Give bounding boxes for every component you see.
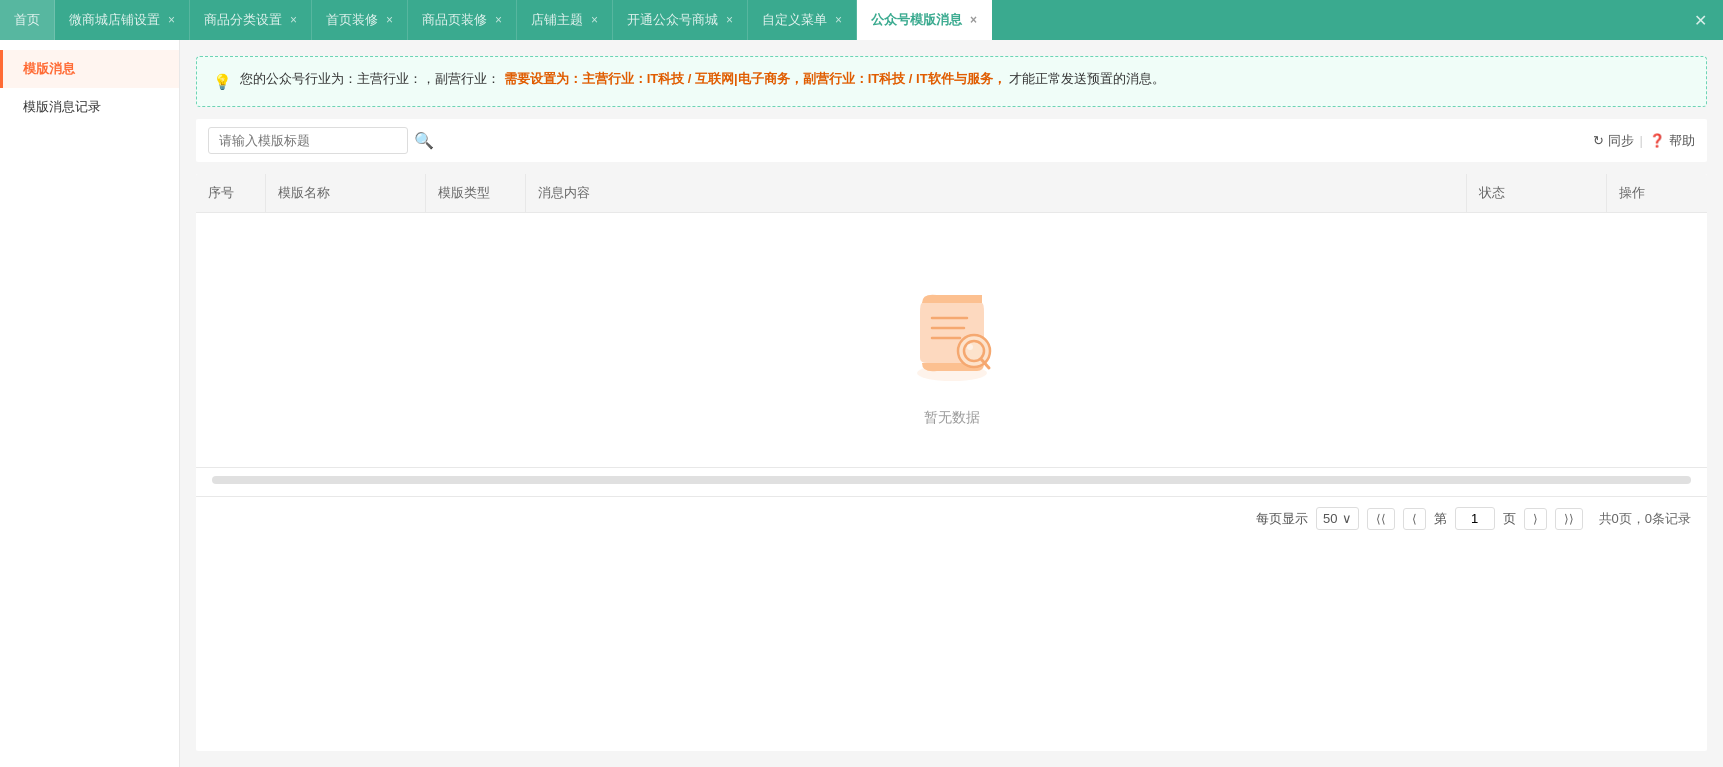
help-button[interactable]: ❓ 帮助	[1649, 132, 1695, 150]
horizontal-scrollbar[interactable]	[212, 476, 1691, 484]
help-icon: ❓	[1649, 133, 1665, 148]
sidebar-item-template-msg[interactable]: 模版消息	[0, 50, 179, 88]
svg-point-7	[967, 344, 973, 350]
tab-category[interactable]: 商品分类设置 ×	[190, 0, 312, 40]
tab-bar-close-all[interactable]: ✕	[1678, 11, 1723, 30]
tab-product-decor-close[interactable]: ×	[495, 13, 502, 27]
tab-custom-menu-close[interactable]: ×	[835, 13, 842, 27]
tab-template-msg-close[interactable]: ×	[970, 13, 977, 27]
page-unit: 页	[1503, 510, 1516, 528]
tab-custom-menu-label: 自定义菜单	[762, 11, 827, 29]
sidebar-item-template-record[interactable]: 模版消息记录	[0, 88, 179, 126]
page-next-button[interactable]: ⟩	[1524, 508, 1547, 530]
col-name: 模版名称	[266, 174, 426, 212]
page-number-input[interactable]	[1455, 507, 1495, 530]
tab-template-msg[interactable]: 公众号模版消息 ×	[857, 0, 992, 40]
toolbar: 🔍 ↻ 同步 | ❓ 帮助	[196, 119, 1707, 162]
tab-home-decor-label: 首页装修	[326, 11, 378, 29]
sidebar-item-template-msg-label: 模版消息	[23, 61, 75, 76]
tab-category-close[interactable]: ×	[290, 13, 297, 27]
pagination: 每页显示 50 ∨ ⟨⟨ ⟨ 第 页 ⟩ ⟩⟩ 共0页，0条记录	[196, 496, 1707, 540]
tab-open-mall[interactable]: 开通公众号商城 ×	[613, 0, 748, 40]
page-first-button[interactable]: ⟨⟨	[1367, 508, 1395, 530]
toolbar-right: ↻ 同步 | ❓ 帮助	[1593, 132, 1695, 150]
tab-home-label: 首页	[14, 11, 40, 29]
sidebar: 模版消息 模版消息记录	[0, 40, 180, 767]
page-last-button[interactable]: ⟩⟩	[1555, 508, 1583, 530]
tab-shop-settings[interactable]: 微商城店铺设置 ×	[55, 0, 190, 40]
tab-custom-menu[interactable]: 自定义菜单 ×	[748, 0, 857, 40]
notice-highlight: 需要设置为：主营行业：IT科技 / 互联网|电子商务，副营行业：IT科技 / I…	[504, 71, 1006, 86]
sync-label: 同步	[1608, 132, 1634, 150]
page-size-value: 50	[1323, 511, 1337, 526]
page-label: 第	[1434, 510, 1447, 528]
tab-open-mall-label: 开通公众号商城	[627, 11, 718, 29]
tab-product-decor-label: 商品页装修	[422, 11, 487, 29]
toolbar-divider: |	[1640, 133, 1643, 148]
empty-illustration	[892, 273, 1012, 393]
tab-bar: 首页 微商城店铺设置 × 商品分类设置 × 首页装修 × 商品页装修 × 店铺主…	[0, 0, 1723, 40]
page-size-select[interactable]: 50 ∨	[1316, 507, 1358, 530]
search-icon: 🔍	[414, 132, 434, 149]
sidebar-item-template-record-label: 模版消息记录	[23, 99, 101, 114]
col-index: 序号	[196, 174, 266, 212]
refresh-icon: ↻	[1593, 133, 1604, 148]
search-button[interactable]: 🔍	[414, 131, 434, 150]
tab-template-msg-label: 公众号模版消息	[871, 11, 962, 29]
search-area: 🔍	[208, 127, 434, 154]
tab-open-mall-close[interactable]: ×	[726, 13, 733, 27]
help-label: 帮助	[1669, 132, 1695, 150]
total-text: 共0页，0条记录	[1599, 510, 1691, 528]
tab-home-decor-close[interactable]: ×	[386, 13, 393, 27]
search-input[interactable]	[208, 127, 408, 154]
tab-home[interactable]: 首页	[0, 0, 55, 40]
tab-theme-close[interactable]: ×	[591, 13, 598, 27]
empty-state: 暂无数据	[196, 213, 1707, 467]
empty-text: 暂无数据	[924, 409, 980, 427]
scrollbar-area	[196, 467, 1707, 496]
main-layout: 模版消息 模版消息记录 💡 您的公众号行业为：主营行业：，副营行业： 需要设置为…	[0, 40, 1723, 767]
tab-home-decor[interactable]: 首页装修 ×	[312, 0, 408, 40]
tab-shop-settings-label: 微商城店铺设置	[69, 11, 160, 29]
col-content: 消息内容	[526, 174, 1467, 212]
tab-theme[interactable]: 店铺主题 ×	[517, 0, 613, 40]
notice-text: 您的公众号行业为：主营行业：，副营行业： 需要设置为：主营行业：IT科技 / 互…	[240, 69, 1165, 90]
col-status: 状态	[1467, 174, 1607, 212]
col-type: 模版类型	[426, 174, 526, 212]
page-prev-button[interactable]: ⟨	[1403, 508, 1426, 530]
page-size-label: 每页显示	[1256, 510, 1308, 528]
tab-shop-settings-close[interactable]: ×	[168, 13, 175, 27]
content-area: 💡 您的公众号行业为：主营行业：，副营行业： 需要设置为：主营行业：IT科技 /…	[180, 40, 1723, 767]
tab-product-decor[interactable]: 商品页装修 ×	[408, 0, 517, 40]
notice-icon: 💡	[213, 70, 232, 94]
tab-theme-label: 店铺主题	[531, 11, 583, 29]
tab-category-label: 商品分类设置	[204, 11, 282, 29]
table-header: 序号 模版名称 模版类型 消息内容 状态 操作	[196, 174, 1707, 213]
table-wrapper: 序号 模版名称 模版类型 消息内容 状态 操作	[196, 174, 1707, 751]
notice-box: 💡 您的公众号行业为：主营行业：，副营行业： 需要设置为：主营行业：IT科技 /…	[196, 56, 1707, 107]
sync-button[interactable]: ↻ 同步	[1593, 132, 1634, 150]
col-action: 操作	[1607, 174, 1707, 212]
chevron-down-icon: ∨	[1342, 511, 1352, 526]
